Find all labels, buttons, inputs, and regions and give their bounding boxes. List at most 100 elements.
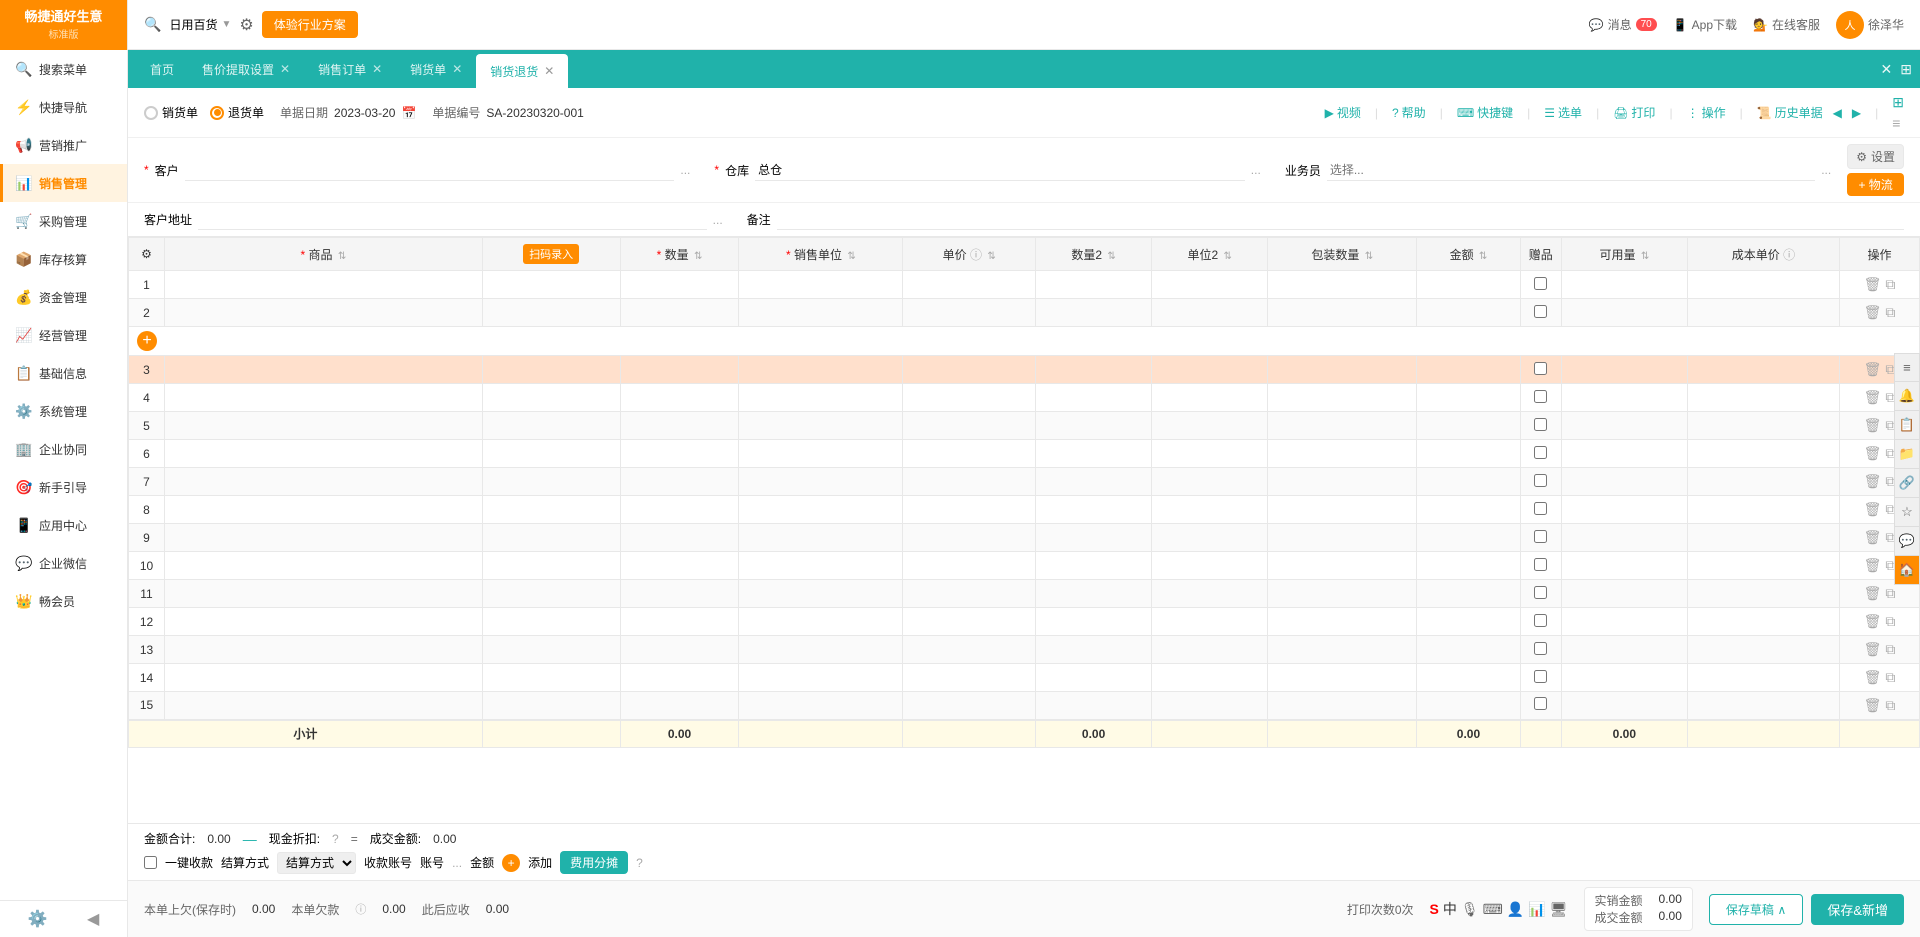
gift-checkbox[interactable] (1534, 670, 1547, 683)
sort-avail-icon[interactable]: ⇅ (1641, 251, 1649, 262)
pack-qty-cell[interactable] (1268, 580, 1417, 608)
unit2-cell[interactable] (1152, 524, 1268, 552)
sidebar-item-newuser[interactable]: 🎯新手引导 (0, 468, 127, 506)
gift-checkbox[interactable] (1534, 474, 1547, 487)
pack-qty-cell[interactable] (1268, 552, 1417, 580)
quantity-cell[interactable] (620, 299, 739, 327)
pack-qty-cell[interactable] (1268, 468, 1417, 496)
gift-checkbox[interactable] (1534, 530, 1547, 543)
sales-unit-cell[interactable] (739, 496, 903, 524)
delete-row-btn[interactable]: 🗑 (1864, 417, 1882, 434)
sidebar-item-enterprise[interactable]: 🏢企业协同 (0, 430, 127, 468)
monitor-icon[interactable]: 🖥 (1550, 901, 1568, 918)
sales-unit-cell[interactable] (739, 692, 903, 720)
tab-sales-return[interactable]: 销货退货✕ (476, 54, 568, 88)
cost-price-cell[interactable] (1687, 552, 1839, 580)
copy-row-btn[interactable]: ⧉ (1885, 669, 1895, 686)
unit2-cell[interactable] (1152, 299, 1268, 327)
quantity2-cell[interactable] (1036, 664, 1152, 692)
pack-qty-cell[interactable] (1268, 692, 1417, 720)
copy-row-btn[interactable]: ⧉ (1885, 276, 1895, 293)
notification-btn[interactable]: 💬 消息 70 (1589, 16, 1657, 33)
breadcrumb[interactable]: 日用百货 ▼ (169, 16, 231, 33)
available-cell[interactable] (1561, 299, 1687, 327)
unit-price-cell[interactable] (903, 299, 1036, 327)
quantity-cell[interactable] (620, 692, 739, 720)
tab-close-sales[interactable]: ✕ (452, 62, 462, 76)
sales-unit-cell[interactable] (739, 636, 903, 664)
th-settings[interactable]: ⚙ (129, 238, 165, 271)
sidebar-item-shortcut[interactable]: ⚡快捷导航 (0, 88, 127, 126)
radio-return[interactable]: 退货单 (210, 104, 264, 121)
quantity-cell[interactable] (620, 580, 739, 608)
sidebar-item-marketing[interactable]: 📢营销推广 (0, 126, 127, 164)
quantity-cell[interactable] (620, 608, 739, 636)
unit-price-cell[interactable] (903, 412, 1036, 440)
product-cell[interactable] (165, 552, 483, 580)
experience-button[interactable]: 体验行业方案 (262, 11, 358, 38)
available-cell[interactable] (1561, 552, 1687, 580)
available-cell[interactable] (1561, 468, 1687, 496)
minus-icon[interactable]: — (243, 831, 257, 847)
gift-checkbox[interactable] (1534, 305, 1547, 318)
pack-qty-cell[interactable] (1268, 524, 1417, 552)
gift-checkbox[interactable] (1534, 390, 1547, 403)
cost-price-cell[interactable] (1687, 356, 1839, 384)
sales-unit-cell[interactable] (739, 356, 903, 384)
keyboard-icon2[interactable]: ⌨ (1483, 901, 1503, 918)
available-cell[interactable] (1561, 384, 1687, 412)
sidebar-item-purchase[interactable]: 🛒采购管理 (0, 202, 127, 240)
unit-price-cell[interactable] (903, 636, 1036, 664)
delete-row-btn[interactable]: 🗑 (1864, 585, 1882, 602)
copy-row-btn[interactable]: ⧉ (1885, 304, 1895, 321)
cost-price-cell[interactable] (1687, 299, 1839, 327)
quantity2-cell[interactable] (1036, 440, 1152, 468)
unit-price-cell[interactable] (903, 271, 1036, 299)
amount-cell[interactable] (1417, 692, 1521, 720)
quantity-cell[interactable] (620, 356, 739, 384)
amount-cell[interactable] (1417, 412, 1521, 440)
add-row-btn[interactable]: + (137, 331, 157, 351)
tab-price-setting[interactable]: 售价提取设置✕ (188, 50, 304, 88)
unit-price-cell[interactable] (903, 580, 1036, 608)
quantity-cell[interactable] (620, 412, 739, 440)
operations-btn[interactable]: ⋮ 操作 (1687, 104, 1726, 121)
unit2-cell[interactable] (1152, 440, 1268, 468)
product-cell[interactable] (165, 271, 483, 299)
product-cell[interactable] (165, 440, 483, 468)
zhong-icon[interactable]: 中 (1443, 899, 1457, 919)
form-settings-btn[interactable]: ⚙ 设置 (1847, 144, 1904, 169)
product-cell[interactable] (165, 496, 483, 524)
available-cell[interactable] (1561, 440, 1687, 468)
quantity-cell[interactable] (620, 384, 739, 412)
quantity-cell[interactable] (620, 271, 739, 299)
unit-price-cell[interactable] (903, 496, 1036, 524)
gift-checkbox[interactable] (1534, 614, 1547, 627)
product-cell[interactable] (165, 692, 483, 720)
tab-close-icon[interactable]: ✕ (1881, 61, 1893, 78)
online-service-btn[interactable]: 💁 在线客服 (1753, 16, 1820, 33)
unit2-cell[interactable] (1152, 496, 1268, 524)
date-value[interactable]: 2023-03-20 (334, 106, 395, 120)
sort-unit2-icon[interactable]: ⇅ (1224, 251, 1232, 262)
salesperson-dots[interactable]: ... (1821, 163, 1831, 177)
unit-price-cell[interactable] (903, 664, 1036, 692)
available-cell[interactable] (1561, 580, 1687, 608)
collapse-icon[interactable]: ◀ (87, 909, 99, 929)
unit-price-cell[interactable] (903, 440, 1036, 468)
pack-qty-cell[interactable] (1268, 412, 1417, 440)
quantity2-cell[interactable] (1036, 271, 1152, 299)
sales-unit-cell[interactable] (739, 384, 903, 412)
sales-unit-cell[interactable] (739, 580, 903, 608)
cost-price-cell[interactable] (1687, 412, 1839, 440)
quantity-cell[interactable] (620, 496, 739, 524)
sort-qty-icon[interactable]: ⇅ (694, 251, 702, 262)
calendar-icon[interactable]: 📅 (401, 106, 416, 120)
amount-cell[interactable] (1417, 636, 1521, 664)
sort-unit-icon[interactable]: ⇅ (847, 251, 855, 262)
gift-checkbox[interactable] (1534, 697, 1547, 710)
product-cell[interactable] (165, 356, 483, 384)
amount-cell[interactable] (1417, 468, 1521, 496)
cost-price-cell[interactable] (1687, 692, 1839, 720)
sidebar-item-search[interactable]: 🔍搜索菜单 (0, 50, 127, 88)
